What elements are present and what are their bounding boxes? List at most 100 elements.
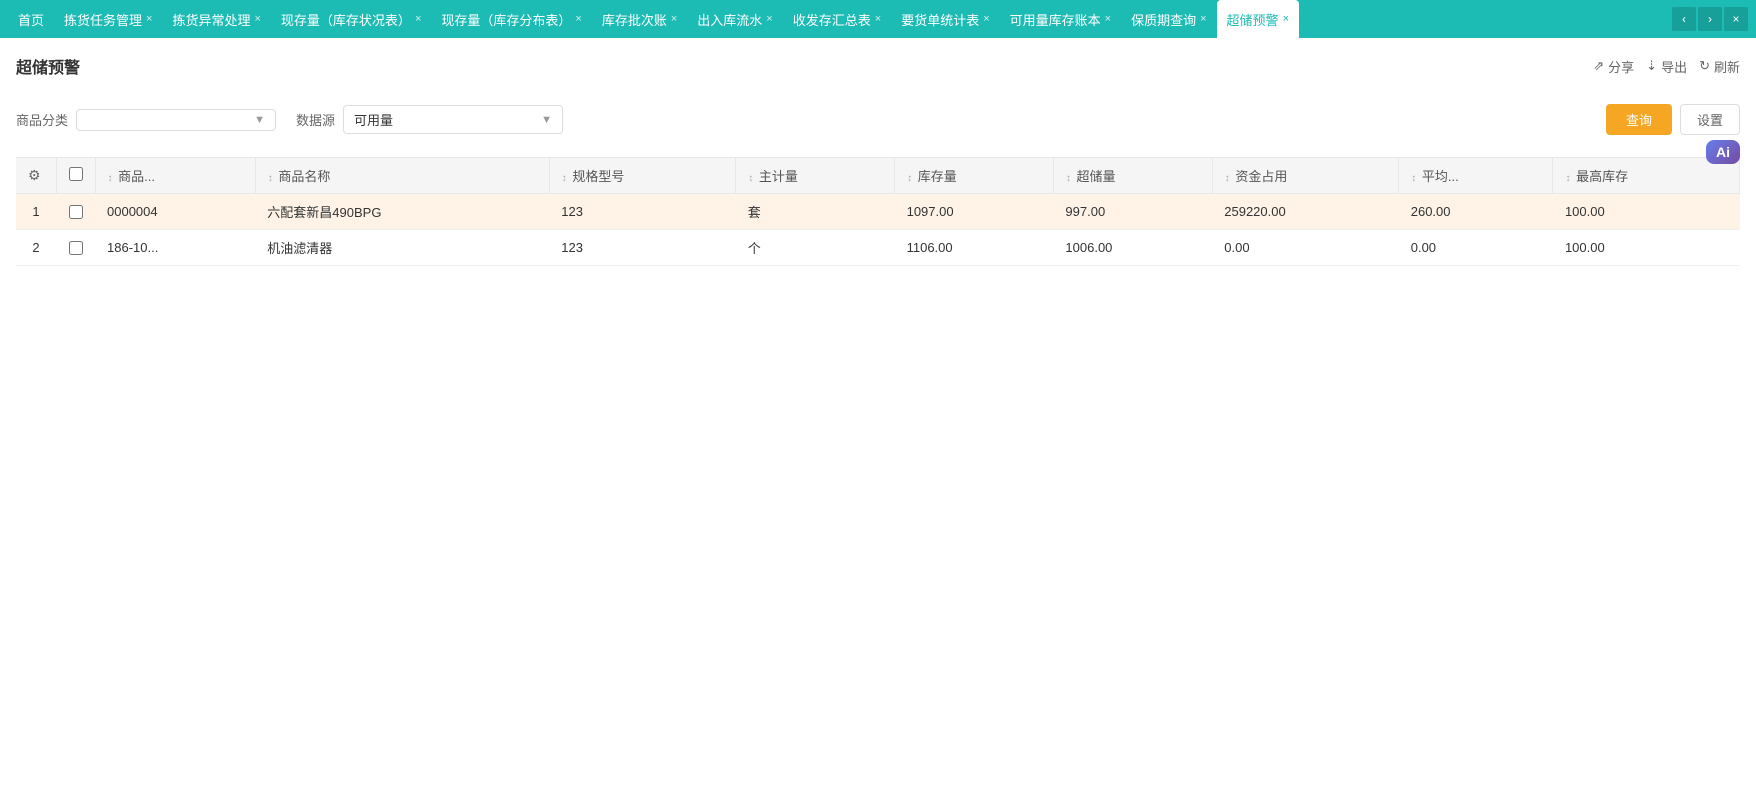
col-over-header: ↕ 超储量 bbox=[1053, 158, 1212, 194]
sort-icon-avg: ↕ bbox=[1411, 173, 1416, 184]
refresh-icon: ↻ bbox=[1699, 58, 1710, 74]
nav-pick-task[interactable]: 拣货任务管理 × bbox=[54, 0, 162, 38]
category-select[interactable]: ▼ bbox=[76, 109, 276, 131]
nav-close-all-button[interactable]: × bbox=[1724, 7, 1748, 31]
col-sku-name-header: ↕ 商品名称 bbox=[255, 158, 549, 194]
select-all-checkbox[interactable] bbox=[69, 167, 83, 181]
nav-summary[interactable]: 收发存汇总表 × bbox=[783, 0, 891, 38]
datasource-filter: 数据源 可用量 ▼ bbox=[296, 105, 563, 134]
row2-max-stock: 100.00 bbox=[1553, 230, 1740, 266]
share-action[interactable]: ⇗ 分享 bbox=[1593, 57, 1634, 76]
sort-icon-spec: ↕ bbox=[562, 173, 567, 184]
nav-pick-abnormal[interactable]: 拣货异常处理 × bbox=[162, 0, 270, 38]
sort-icon-unit: ↕ bbox=[748, 173, 753, 184]
nav-close-pick-abnormal[interactable]: × bbox=[254, 13, 260, 25]
table-row: 1 0000004 六配套新昌490BPG 123 套 1097.00 997.… bbox=[16, 194, 1740, 230]
nav-close-batch-account[interactable]: × bbox=[671, 13, 677, 25]
filter-actions: 查询 设置 bbox=[1606, 104, 1740, 135]
row2-checkbox[interactable] bbox=[69, 241, 83, 255]
col-capital-header: ↕ 资金占用 bbox=[1212, 158, 1398, 194]
table-row: 2 186-10... 机油滤清器 123 个 1106.00 1006.00 … bbox=[16, 230, 1740, 266]
share-icon: ⇗ bbox=[1593, 58, 1604, 74]
nav-close-avail-account[interactable]: × bbox=[1105, 13, 1111, 25]
row1-avg-price: 260.00 bbox=[1399, 194, 1553, 230]
export-action[interactable]: ⇣ 导出 bbox=[1646, 57, 1687, 76]
datasource-chevron-icon: ▼ bbox=[541, 114, 552, 126]
sort-icon-over: ↕ bbox=[1066, 173, 1071, 184]
table-body: 1 0000004 六配套新昌490BPG 123 套 1097.00 997.… bbox=[16, 194, 1740, 266]
nav-prev-button[interactable]: ‹ bbox=[1672, 7, 1696, 31]
nav-stock-dist[interactable]: 现存量（库存分布表） × bbox=[431, 0, 591, 38]
row1-spec: 123 bbox=[549, 194, 735, 230]
category-filter: 商品分类 ▼ bbox=[16, 109, 276, 131]
settings-button[interactable]: 设置 bbox=[1680, 104, 1740, 135]
nav-close-inout-flow[interactable]: × bbox=[766, 13, 772, 25]
nav-shelf-life[interactable]: 保质期查询 × bbox=[1121, 0, 1216, 38]
nav-stock-status[interactable]: 现存量（库存状况表） × bbox=[271, 0, 431, 38]
row2-over-qty: 1006.00 bbox=[1053, 230, 1212, 266]
row1-max-stock: 100.00 bbox=[1553, 194, 1740, 230]
row2-checkbox-cell bbox=[56, 230, 95, 266]
nav-inout-flow[interactable]: 出入库流水 × bbox=[687, 0, 782, 38]
nav-close-stock-dist[interactable]: × bbox=[575, 13, 581, 25]
col-checkbox-header bbox=[56, 158, 95, 194]
gear-icon[interactable]: ⚙ bbox=[28, 167, 41, 183]
row1-over-qty: 997.00 bbox=[1053, 194, 1212, 230]
col-gear-header: ⚙ bbox=[16, 158, 56, 194]
sort-icon-maxstock: ↕ bbox=[1565, 173, 1570, 184]
category-label: 商品分类 bbox=[16, 110, 68, 129]
query-button[interactable]: 查询 bbox=[1606, 104, 1672, 135]
datasource-value: 可用量 bbox=[354, 110, 393, 129]
sort-icon-capital: ↕ bbox=[1225, 173, 1230, 184]
nav-next-button[interactable]: › bbox=[1698, 7, 1722, 31]
col-sku-code-header: ↕ 商品... bbox=[95, 158, 255, 194]
nav-overstock[interactable]: 超储预警 × bbox=[1217, 0, 1299, 38]
row2-sku-code: 186-10... bbox=[95, 230, 255, 266]
row2-capital: 0.00 bbox=[1212, 230, 1398, 266]
nav-close-requisition[interactable]: × bbox=[983, 13, 989, 25]
col-unit-header: ↕ 主计量 bbox=[736, 158, 895, 194]
row2-sku-name: 机油滤清器 bbox=[255, 230, 549, 266]
col-avg-header: ↕ 平均... bbox=[1399, 158, 1553, 194]
row2-unit: 个 bbox=[736, 230, 895, 266]
export-icon: ⇣ bbox=[1646, 58, 1657, 74]
page-header: 超储预警 ⇗ 分享 ⇣ 导出 ↻ 刷新 bbox=[16, 54, 1740, 78]
col-stock-header: ↕ 库存量 bbox=[895, 158, 1054, 194]
page-title: 超储预警 bbox=[16, 54, 80, 78]
filter-bar: 商品分类 ▼ 数据源 可用量 ▼ 查询 设置 bbox=[16, 94, 1740, 145]
nav-close-stock-status[interactable]: × bbox=[415, 13, 421, 25]
header-row: ⚙ ↕ 商品... ↕ 商品名称 ↕ 规格型号 ↕ bbox=[16, 158, 1740, 194]
top-navigation: 首页 拣货任务管理 × 拣货异常处理 × 现存量（库存状况表） × 现存量（库存… bbox=[0, 0, 1756, 38]
row1-capital: 259220.00 bbox=[1212, 194, 1398, 230]
sort-icon-sku: ↕ bbox=[108, 173, 113, 184]
header-actions: ⇗ 分享 ⇣ 导出 ↻ 刷新 bbox=[1593, 57, 1740, 76]
category-chevron-icon: ▼ bbox=[254, 114, 265, 126]
nav-close-overstock[interactable]: × bbox=[1283, 13, 1289, 25]
data-table: ⚙ ↕ 商品... ↕ 商品名称 ↕ 规格型号 ↕ bbox=[16, 157, 1740, 266]
row2-avg-price: 0.00 bbox=[1399, 230, 1553, 266]
row1-sku-name: 六配套新昌490BPG bbox=[255, 194, 549, 230]
nav-requisition[interactable]: 要货单统计表 × bbox=[891, 0, 999, 38]
sort-icon-stock: ↕ bbox=[907, 173, 912, 184]
nav-close-summary[interactable]: × bbox=[875, 13, 881, 25]
row1-sku-code: 0000004 bbox=[95, 194, 255, 230]
nav-arrows: ‹ › × bbox=[1670, 7, 1748, 31]
nav-avail-account[interactable]: 可用量库存账本 × bbox=[1000, 0, 1121, 38]
nav-batch-account[interactable]: 库存批次账 × bbox=[592, 0, 687, 38]
main-content: 超储预警 ⇗ 分享 ⇣ 导出 ↻ 刷新 商品分类 ▼ 数据源 bbox=[0, 38, 1756, 800]
datasource-label: 数据源 bbox=[296, 110, 335, 129]
row2-stock-qty: 1106.00 bbox=[895, 230, 1054, 266]
row1-unit: 套 bbox=[736, 194, 895, 230]
refresh-action[interactable]: ↻ 刷新 bbox=[1699, 57, 1740, 76]
datasource-select[interactable]: 可用量 ▼ bbox=[343, 105, 563, 134]
col-spec-header: ↕ 规格型号 bbox=[549, 158, 735, 194]
nav-close-pick-task[interactable]: × bbox=[146, 13, 152, 25]
row2-index: 2 bbox=[16, 230, 56, 266]
nav-home[interactable]: 首页 bbox=[8, 0, 54, 38]
sort-icon-name: ↕ bbox=[268, 173, 273, 184]
ai-badge[interactable]: Ai bbox=[1706, 140, 1740, 164]
row1-checkbox-cell bbox=[56, 194, 95, 230]
row1-stock-qty: 1097.00 bbox=[895, 194, 1054, 230]
row1-checkbox[interactable] bbox=[69, 205, 83, 219]
nav-close-shelf-life[interactable]: × bbox=[1200, 13, 1206, 25]
